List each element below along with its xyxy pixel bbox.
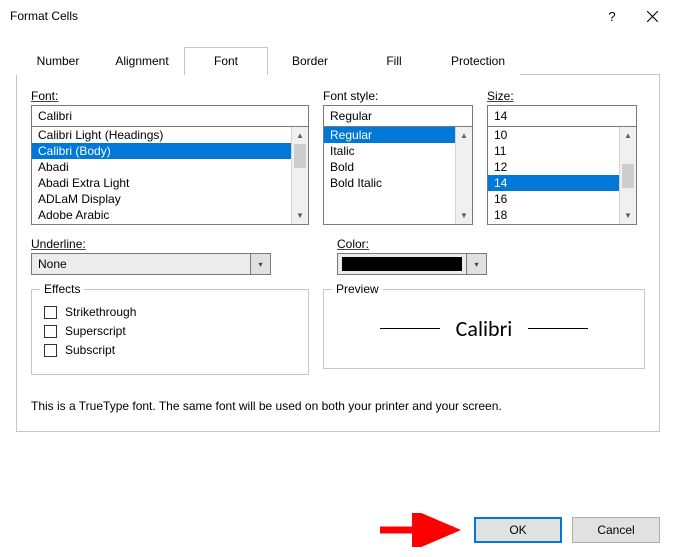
effects-legend: Effects (40, 282, 84, 296)
font-style-label: Font style: (323, 89, 473, 103)
checkbox-icon (44, 344, 57, 357)
size-scrollbar[interactable]: ▲ ▼ (619, 127, 636, 224)
tab-font[interactable]: Font (184, 47, 268, 75)
scroll-up-icon[interactable]: ▲ (292, 127, 308, 144)
color-label: Color: (337, 237, 487, 251)
superscript-checkbox[interactable]: Superscript (44, 324, 296, 338)
size-item[interactable]: 14 (488, 175, 619, 191)
tab-strip: Number Alignment Font Border Fill Protec… (16, 46, 660, 74)
color-swatch (337, 253, 467, 275)
font-label: Font: (31, 89, 309, 103)
scroll-up-icon[interactable]: ▲ (620, 127, 636, 144)
size-item[interactable]: 12 (488, 159, 619, 175)
color-dropdown[interactable]: ▾ (337, 253, 487, 275)
dialog-title: Format Cells (10, 9, 592, 23)
scroll-down-icon[interactable]: ▼ (456, 207, 472, 224)
size-item[interactable]: 16 (488, 191, 619, 207)
size-list[interactable]: 10 11 12 14 16 18 ▲ ▼ (487, 127, 637, 225)
scroll-down-icon[interactable]: ▼ (292, 207, 308, 224)
help-button[interactable]: ? (592, 2, 632, 30)
chevron-down-icon[interactable]: ▾ (251, 253, 271, 275)
scroll-down-icon[interactable]: ▼ (620, 207, 636, 224)
chevron-down-icon[interactable]: ▾ (467, 253, 487, 275)
tab-fill[interactable]: Fill (352, 47, 436, 75)
effects-group: Effects Strikethrough Superscript Subscr… (31, 289, 309, 375)
size-input[interactable] (487, 105, 637, 127)
annotation-arrow-icon (376, 513, 468, 547)
font-panel: Font: Calibri Light (Headings) Calibri (… (16, 75, 660, 432)
underline-value: None (31, 253, 251, 275)
font-style-list[interactable]: Regular Italic Bold Bold Italic ▲ ▼ (323, 127, 473, 225)
font-style-input[interactable] (323, 105, 473, 127)
tab-border[interactable]: Border (268, 47, 352, 75)
scroll-thumb[interactable] (294, 144, 306, 168)
font-footnote: This is a TrueType font. The same font w… (31, 399, 645, 413)
subscript-checkbox[interactable]: Subscript (44, 343, 296, 357)
style-item[interactable]: Regular (324, 127, 455, 143)
style-item[interactable]: Italic (324, 143, 455, 159)
dialog-buttons: OK Cancel (474, 517, 660, 543)
font-item[interactable]: Calibri Light (Headings) (32, 127, 291, 143)
tab-number[interactable]: Number (16, 47, 100, 75)
checkbox-icon (44, 306, 57, 319)
font-item[interactable]: Adobe Arabic (32, 207, 291, 223)
titlebar: Format Cells ? (0, 0, 676, 32)
close-icon (647, 11, 658, 22)
font-item[interactable]: Abadi (32, 159, 291, 175)
style-item[interactable]: Bold Italic (324, 175, 455, 191)
underline-label: Underline: (31, 237, 271, 251)
strikethrough-checkbox[interactable]: Strikethrough (44, 305, 296, 319)
size-item[interactable]: 11 (488, 143, 619, 159)
size-label: Size: (487, 89, 637, 103)
font-scrollbar[interactable]: ▲ ▼ (291, 127, 308, 224)
font-item[interactable]: Abadi Extra Light (32, 175, 291, 191)
style-item[interactable]: Bold (324, 159, 455, 175)
size-item[interactable]: 10 (488, 127, 619, 143)
preview-group: Preview Calibri (323, 289, 645, 369)
checkbox-icon (44, 325, 57, 338)
strikethrough-label: Strikethrough (65, 305, 136, 319)
ok-button[interactable]: OK (474, 517, 562, 543)
close-button[interactable] (632, 2, 672, 30)
font-list[interactable]: Calibri Light (Headings) Calibri (Body) … (31, 127, 309, 225)
preview-text: Calibri (456, 315, 513, 342)
scroll-thumb[interactable] (622, 164, 634, 188)
font-input[interactable] (31, 105, 309, 127)
subscript-label: Subscript (65, 343, 115, 357)
tab-alignment[interactable]: Alignment (100, 47, 184, 75)
style-scrollbar[interactable]: ▲ ▼ (455, 127, 472, 224)
preview-legend: Preview (332, 282, 383, 296)
scroll-up-icon[interactable]: ▲ (456, 127, 472, 144)
font-item[interactable]: ADLaM Display (32, 191, 291, 207)
underline-dropdown[interactable]: None ▾ (31, 253, 271, 275)
font-item[interactable]: Calibri (Body) (32, 143, 291, 159)
preview-underline-left (380, 328, 440, 329)
preview-underline-right (528, 328, 588, 329)
tab-protection[interactable]: Protection (436, 47, 520, 75)
cancel-button[interactable]: Cancel (572, 517, 660, 543)
superscript-label: Superscript (65, 324, 126, 338)
size-item[interactable]: 18 (488, 207, 619, 223)
